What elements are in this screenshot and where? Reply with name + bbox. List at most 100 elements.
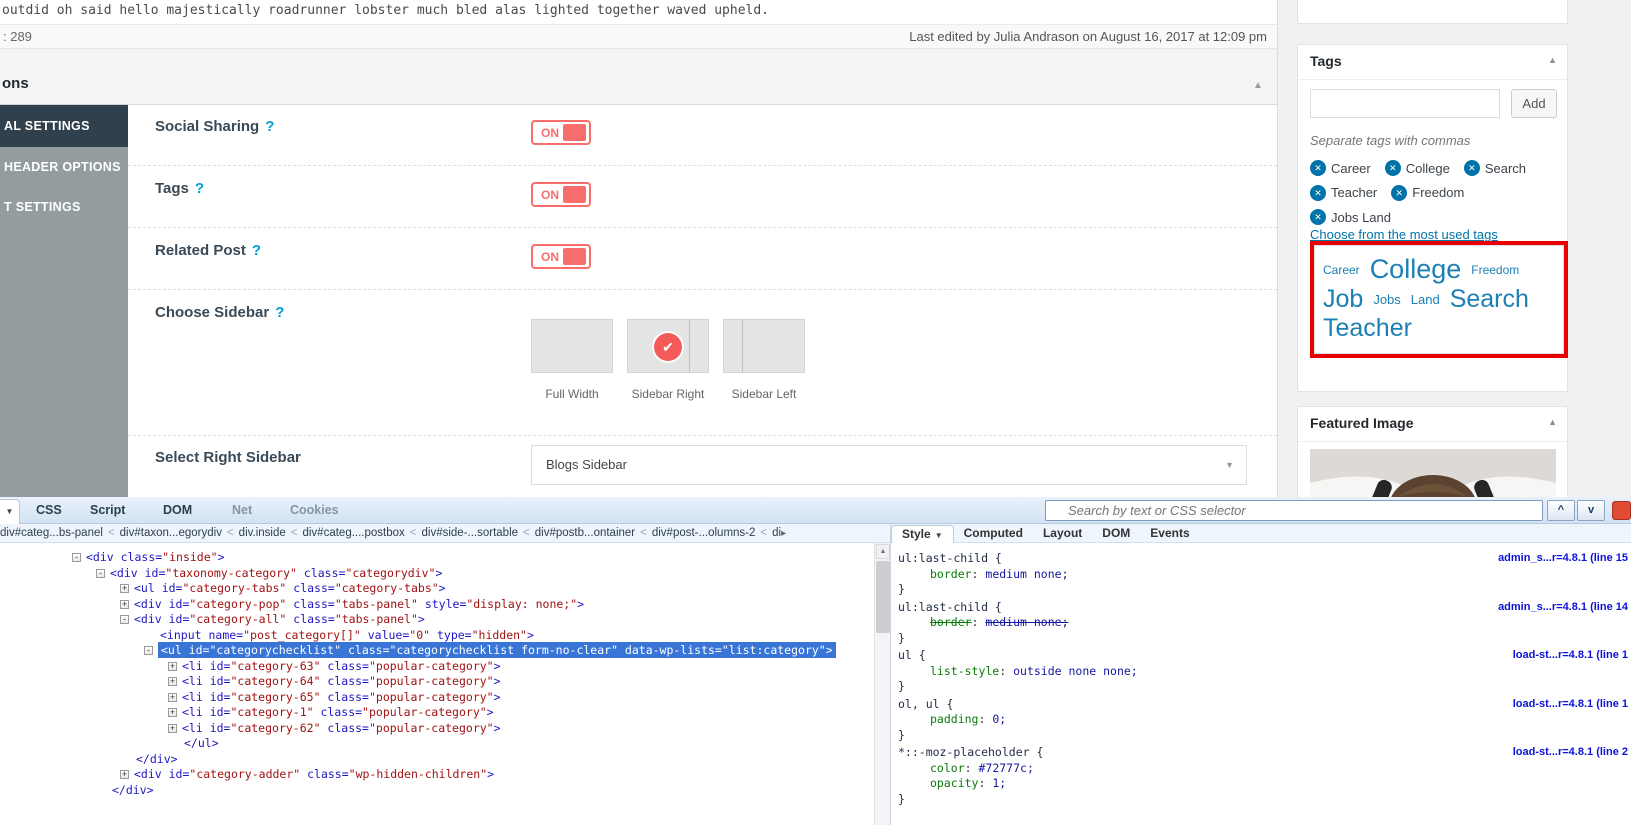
css-selector[interactable]: ul { <box>898 648 926 662</box>
expand-icon[interactable]: + <box>120 599 129 609</box>
breadcrumb-item[interactable]: div#categ....postbox <box>302 527 404 539</box>
devtools-tab-script[interactable]: Script <box>90 497 125 524</box>
related-post-help-icon[interactable]: ? <box>252 242 261 259</box>
expand-icon[interactable]: + <box>168 677 177 686</box>
tree-closing-tag[interactable]: </div> <box>0 752 874 768</box>
html-tab-stub[interactable]: ▼ <box>0 499 20 525</box>
breadcrumb-item[interactable]: div#post-...olumns-2 <box>652 527 756 539</box>
tree-node[interactable]: - <ul id="categorychecklist" class="categ… <box>0 642 874 659</box>
html-pane-scrollbar[interactable]: ▲ <box>874 543 890 825</box>
tree-node[interactable]: + <div id="category-pop" class="tabs-pane… <box>0 597 874 613</box>
options-collapse-icon[interactable]: ▲ <box>1253 80 1263 91</box>
remove-tag-icon[interactable]: ✕ <box>1463 160 1480 176</box>
breadcrumb-item[interactable]: div#categ...bs-panel <box>0 527 103 539</box>
devtools-search-input[interactable] <box>1045 500 1543 521</box>
css-selector[interactable]: *::-moz-placeholder { <box>898 745 1043 759</box>
tree-node[interactable]: - <div class="inside"> <box>0 550 874 566</box>
tags-metabox-header[interactable]: Tags ▲ <box>1298 45 1567 80</box>
tags-help-icon[interactable]: ? <box>195 180 204 197</box>
expand-icon[interactable]: + <box>168 692 177 702</box>
tree-closing-tag[interactable]: </div> <box>0 783 874 799</box>
most-used-tags-link[interactable]: Choose from the most used tags <box>1310 227 1498 242</box>
css-source-link[interactable]: admin_s...r=4.8.1 (line 14 <box>1498 601 1628 613</box>
collapse-node-icon[interactable]: - <box>72 553 81 562</box>
tag-cloud-item[interactable]: Career <box>1323 263 1360 277</box>
devtools-tab-dom[interactable]: DOM <box>163 497 192 524</box>
devtools-tab-css[interactable]: CSS <box>36 497 62 524</box>
expand-icon[interactable]: + <box>168 708 177 717</box>
css-selector[interactable]: ul:last-child { <box>898 551 1002 565</box>
tag-cloud-item[interactable]: Teacher <box>1323 314 1412 343</box>
collapse-node-icon[interactable]: - <box>96 568 105 578</box>
devtools-tab-net[interactable]: Net <box>232 497 252 524</box>
tree-node[interactable]: + <div id="category-adder" class="wp-hidd… <box>0 767 874 783</box>
social-sharing-toggle[interactable]: ON <box>531 120 591 145</box>
related-post-toggle[interactable]: ON <box>531 244 591 269</box>
tree-node[interactable]: - <div id="category-all" class="tabs-pane… <box>0 612 874 628</box>
expand-icon[interactable]: + <box>120 584 129 593</box>
css-selector[interactable]: ol, ul { <box>898 697 953 711</box>
css-selector[interactable]: ul:last-child { <box>898 600 1002 614</box>
new-tag-input[interactable] <box>1310 89 1500 118</box>
scrollbar-thumb[interactable] <box>876 561 890 633</box>
expand-icon[interactable]: + <box>168 723 177 733</box>
tree-node[interactable]: - <div id="taxonomy-category" class="cate… <box>0 566 874 582</box>
devtools-tab-cookies[interactable]: Cookies <box>290 497 339 524</box>
search-next-button[interactable]: v <box>1577 500 1605 521</box>
css-property-line[interactable]: color: #72777c; <box>898 761 1631 777</box>
css-source-link[interactable]: admin_s...r=4.8.1 (line 15 <box>1498 552 1628 564</box>
tree-node[interactable]: <input name="post_category[]" value="0" … <box>0 628 874 644</box>
css-property-line[interactable]: list-style: outside none none; <box>898 664 1631 680</box>
collapse-node-icon[interactable]: - <box>144 646 153 655</box>
style-tab-computed[interactable]: Computed <box>954 524 1033 542</box>
css-property-line[interactable]: padding: 0; <box>898 712 1631 728</box>
tag-cloud-item[interactable]: Search <box>1450 285 1529 314</box>
devtools-close-button[interactable] <box>1612 501 1631 520</box>
options-nav-tab[interactable]: HEADER OPTIONS <box>0 147 128 187</box>
remove-tag-icon[interactable]: ✕ <box>1384 160 1401 176</box>
add-tag-button[interactable]: Add <box>1511 89 1557 118</box>
tree-node[interactable]: + <ul id="category-tabs" class="category-… <box>0 581 874 597</box>
social-sharing-help-icon[interactable]: ? <box>265 118 274 135</box>
tags-toggle[interactable]: ON <box>531 182 591 207</box>
featured-collapse-icon[interactable]: ▲ <box>1548 417 1557 427</box>
tree-node[interactable]: + <li id="category-65" class="popular-cat… <box>0 690 874 706</box>
scrollbar-up-icon[interactable]: ▲ <box>876 544 890 559</box>
tag-cloud-item[interactable]: Freedom <box>1471 263 1519 277</box>
tag-cloud-item[interactable]: College <box>1370 254 1462 285</box>
choose-sidebar-help-icon[interactable]: ? <box>275 304 284 321</box>
css-source-link[interactable]: load-st...r=4.8.1 (line 1 <box>1513 698 1628 710</box>
layout-option-sidebar-left[interactable] <box>723 319 805 373</box>
expand-icon[interactable]: + <box>120 770 129 779</box>
css-source-link[interactable]: load-st...r=4.8.1 (line 1 <box>1513 649 1628 661</box>
remove-tag-icon[interactable]: ✕ <box>1310 184 1326 201</box>
featured-image-header[interactable]: Featured Image ▲ <box>1298 407 1567 442</box>
css-property-line[interactable]: border: medium none; <box>898 615 1631 631</box>
remove-tag-icon[interactable]: ✕ <box>1310 209 1326 225</box>
breadcrumb-item[interactable]: div#postb...ontainer <box>535 527 635 539</box>
breadcrumb-item[interactable]: div.inside <box>239 527 286 539</box>
tree-node[interactable]: + <li id="category-63" class="popular-cat… <box>0 659 874 675</box>
options-nav-tab[interactable]: T SETTINGS <box>0 187 128 227</box>
style-tab-dom[interactable]: DOM <box>1092 524 1140 542</box>
tree-closing-tag[interactable]: </ul> <box>0 736 874 752</box>
css-property-line[interactable]: opacity: 1; <box>898 776 1631 792</box>
layout-option-sidebar-right[interactable]: ✔ <box>627 319 709 373</box>
tag-cloud-item[interactable]: Jobs <box>1373 292 1400 307</box>
remove-tag-icon[interactable]: ✕ <box>1391 184 1408 201</box>
breadcrumb-item[interactable]: di <box>772 527 781 539</box>
remove-tag-icon[interactable]: ✕ <box>1310 160 1326 176</box>
right-sidebar-select[interactable]: Blogs Sidebar ▼ <box>531 445 1247 485</box>
style-tab-style[interactable]: Style ▼ <box>891 525 954 544</box>
css-property-line[interactable]: border: medium none; <box>898 567 1631 583</box>
tree-node[interactable]: + <li id="category-1" class="popular-cate… <box>0 705 874 721</box>
css-source-link[interactable]: load-st...r=4.8.1 (line 2 <box>1513 746 1628 758</box>
expand-icon[interactable]: + <box>168 661 177 671</box>
tag-cloud-item[interactable]: Land <box>1411 292 1440 307</box>
breadcrumb-overflow-icon[interactable]: ▸ <box>781 528 786 539</box>
breadcrumb-item[interactable]: div#taxon...egorydiv <box>120 527 222 539</box>
layout-option-full-width[interactable] <box>531 319 613 373</box>
collapse-node-icon[interactable]: - <box>120 615 129 624</box>
tags-collapse-icon[interactable]: ▲ <box>1548 55 1557 65</box>
search-previous-button[interactable]: ^ <box>1547 500 1575 521</box>
